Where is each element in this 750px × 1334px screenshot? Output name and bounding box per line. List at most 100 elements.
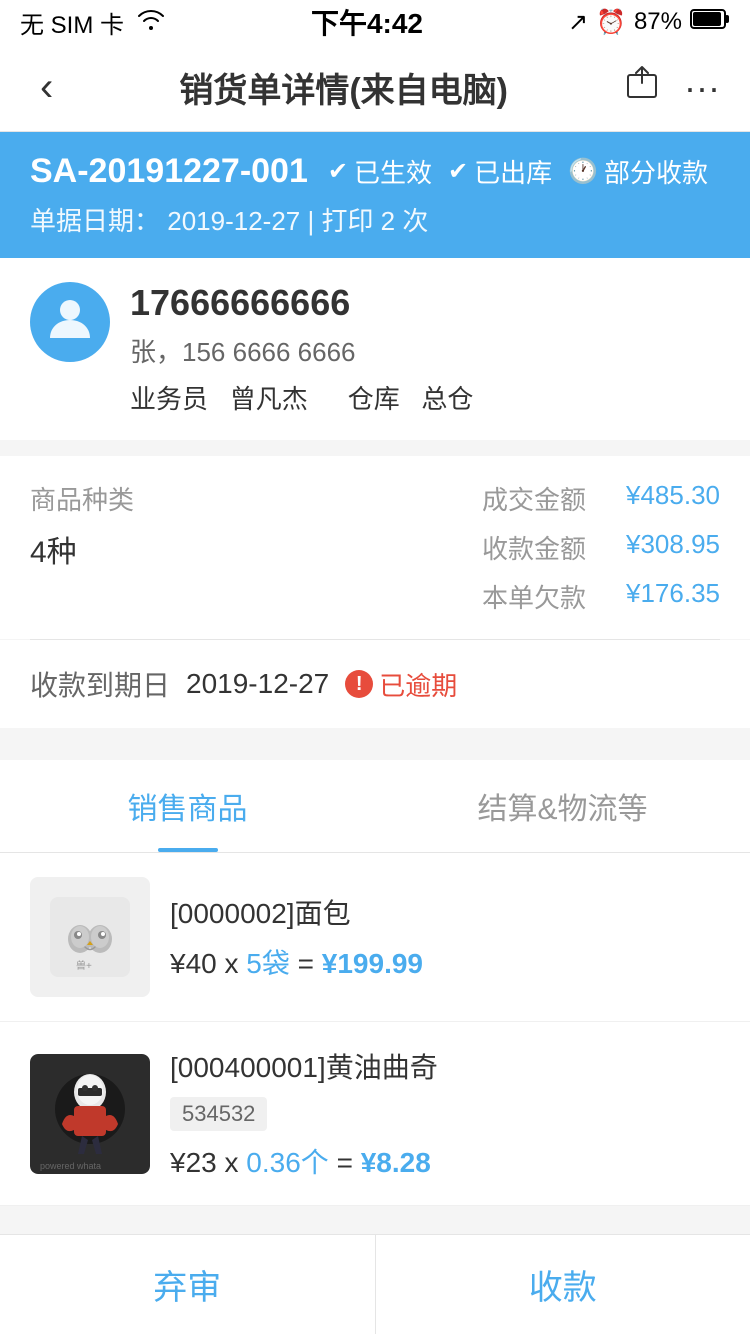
amount-label: 成交金额 bbox=[482, 480, 586, 517]
product-item-2: powered whata [000400001]黄油曲奇 534532 ¥23… bbox=[0, 1022, 750, 1206]
amount-value: ¥485.30 bbox=[626, 480, 720, 517]
amount-row-2: 收款金额 ¥308.95 bbox=[482, 529, 720, 566]
battery-text: 87% bbox=[634, 8, 682, 36]
customer-info: 17666666666 张，156 6666 6666 业务员 曾凡杰 仓库 总… bbox=[130, 282, 720, 416]
summary-section: 商品种类 4种 成交金额 ¥485.30 收款金额 ¥308.95 本单欠款 ¥… bbox=[0, 456, 750, 639]
product-qty-2: 0.36个 bbox=[246, 1147, 329, 1178]
amount-row-3: 本单欠款 ¥176.35 bbox=[482, 578, 720, 615]
order-header: SA-20191227-001 ✔ 已生效 ✔ 已出库 🕐 部分收款 单据日期：… bbox=[0, 132, 750, 258]
tab-sales-label: 销售商品 bbox=[128, 793, 248, 826]
type-label: 商品种类 bbox=[30, 480, 134, 517]
customer-name: 张，156 6666 6666 bbox=[130, 332, 720, 369]
product-list: 兽+ [0000002]面包 ¥40 x 5袋 = ¥199.99 bbox=[0, 853, 750, 1206]
collect-button[interactable]: 收款 bbox=[376, 1235, 750, 1334]
page-title: 销货单详情(来自电脑) bbox=[179, 63, 508, 112]
status-bar: 无 SIM 卡 下午4:42 ↗ ⏰ 87% bbox=[0, 0, 750, 44]
product-item-1: 兽+ [0000002]面包 ¥40 x 5袋 = ¥199.99 bbox=[0, 853, 750, 1022]
svg-text:兽+: 兽+ bbox=[76, 959, 92, 972]
status-time: 下午4:42 bbox=[311, 2, 423, 42]
product-eq-2: = bbox=[337, 1147, 361, 1178]
status-badge-shipped: ✔ 已出库 bbox=[448, 153, 552, 190]
tab-section: 销售商品 结算&物流等 bbox=[0, 760, 750, 1206]
type-value: 4种 bbox=[30, 527, 134, 571]
summary-left: 商品种类 4种 bbox=[30, 480, 134, 571]
divider-1 bbox=[0, 440, 750, 456]
tab-bar: 销售商品 结算&物流等 bbox=[0, 760, 750, 853]
no-sim-text: 无 SIM 卡 bbox=[20, 5, 124, 40]
nav-right-icons: ··· bbox=[624, 65, 720, 110]
product-eq-1: = bbox=[298, 948, 322, 979]
reject-label: 弃审 bbox=[153, 1260, 221, 1309]
avatar-icon bbox=[45, 292, 95, 353]
check-icon-active: ✔ bbox=[328, 157, 348, 186]
product-total-1: ¥199.99 bbox=[322, 948, 423, 979]
warehouse-value: 总仓 bbox=[421, 384, 473, 414]
svg-text:powered whata: powered whata bbox=[40, 1161, 101, 1171]
status-badge-partial: 🕐 部分收款 bbox=[568, 153, 708, 190]
share-icon[interactable] bbox=[624, 65, 660, 110]
tab-settlement-label: 结算&物流等 bbox=[477, 793, 647, 826]
product-price-1: ¥40 x 5袋 = ¥199.99 bbox=[170, 942, 720, 982]
product-info-1: [0000002]面包 ¥40 x 5袋 = ¥199.99 bbox=[170, 892, 720, 982]
order-date-row: 单据日期： 2019-12-27 | 打印 2 次 bbox=[30, 201, 720, 238]
status-shipped-label: 已出库 bbox=[474, 153, 552, 190]
amount-row-1: 成交金额 ¥485.30 bbox=[482, 480, 720, 517]
salesperson-label: 业务员 bbox=[130, 384, 208, 414]
product-name-1: [0000002]面包 bbox=[170, 892, 720, 932]
product-unit-price-2: ¥23 x bbox=[170, 1147, 246, 1178]
product-qty-1: 5袋 bbox=[246, 948, 290, 979]
product-name-2: [000400001]黄油曲奇 bbox=[170, 1046, 720, 1086]
tab-settlement[interactable]: 结算&物流等 bbox=[375, 760, 750, 852]
wifi-icon bbox=[136, 8, 166, 37]
received-value: ¥308.95 bbox=[626, 529, 720, 566]
collect-label: 收款 bbox=[529, 1260, 597, 1309]
product-price-2: ¥23 x 0.36个 = ¥8.28 bbox=[170, 1141, 720, 1181]
divider-2 bbox=[0, 728, 750, 744]
product-sku-2: 534532 bbox=[170, 1097, 267, 1131]
owed-value: ¥176.35 bbox=[626, 578, 720, 615]
overdue-text: 已逾期 bbox=[379, 666, 457, 703]
reject-button[interactable]: 弃审 bbox=[0, 1235, 376, 1334]
overdue-dot-icon: ! bbox=[345, 670, 373, 698]
overdue-badge: ! 已逾期 bbox=[345, 666, 457, 703]
bread-placeholder-icon: 兽+ bbox=[50, 897, 130, 977]
order-date: 2019-12-27 bbox=[167, 206, 300, 236]
location-icon: ↗ bbox=[568, 8, 588, 37]
status-right: ↗ ⏰ 87% bbox=[568, 8, 730, 37]
status-active-label: 已生效 bbox=[354, 153, 432, 190]
cookie-product-icon: powered whata bbox=[30, 1054, 150, 1174]
order-number: SA-20191227-001 bbox=[30, 152, 308, 191]
status-badge-active: ✔ 已生效 bbox=[328, 153, 432, 190]
customer-meta: 业务员 曾凡杰 仓库 总仓 bbox=[130, 379, 720, 416]
salesperson-row: 业务员 曾凡杰 bbox=[130, 379, 308, 416]
status-left: 无 SIM 卡 bbox=[20, 5, 166, 40]
due-label: 收款到期日 bbox=[30, 664, 170, 704]
salesperson-value: 曾凡杰 bbox=[230, 384, 308, 414]
due-date: 2019-12-27 bbox=[186, 668, 329, 700]
avatar bbox=[30, 282, 110, 362]
customer-section: 17666666666 张，156 6666 6666 业务员 曾凡杰 仓库 总… bbox=[0, 258, 750, 440]
print-info: | 打印 2 次 bbox=[307, 206, 428, 236]
bottom-bar: 弃审 收款 bbox=[0, 1234, 750, 1334]
product-total-2: ¥8.28 bbox=[361, 1147, 431, 1178]
product-info-2: [000400001]黄油曲奇 534532 ¥23 x 0.36个 = ¥8.… bbox=[170, 1046, 720, 1181]
battery-icon bbox=[690, 8, 730, 37]
product-unit-price-1: ¥40 x bbox=[170, 948, 246, 979]
more-icon[interactable]: ··· bbox=[684, 67, 720, 109]
alarm-icon: ⏰ bbox=[596, 8, 626, 37]
clock-icon: 🕐 bbox=[568, 157, 598, 186]
due-section: 收款到期日 2019-12-27 ! 已逾期 bbox=[0, 640, 750, 728]
order-status-badges: ✔ 已生效 ✔ 已出库 🕐 部分收款 bbox=[328, 153, 708, 190]
warehouse-row: 仓库 总仓 bbox=[348, 379, 474, 416]
date-label: 单据日期： bbox=[30, 206, 160, 236]
nav-bar: ‹ 销货单详情(来自电脑) ··· bbox=[0, 44, 750, 132]
status-partial-label: 部分收款 bbox=[604, 153, 708, 190]
check-icon-shipped: ✔ bbox=[448, 157, 468, 186]
product-thumb-2: powered whata bbox=[30, 1054, 150, 1174]
warehouse-label: 仓库 bbox=[348, 384, 400, 414]
tab-sales-products[interactable]: 销售商品 bbox=[0, 760, 375, 852]
owed-label: 本单欠款 bbox=[482, 578, 586, 615]
product-thumb-1: 兽+ bbox=[30, 877, 150, 997]
back-button[interactable]: ‹ bbox=[30, 55, 63, 120]
customer-id: 17666666666 bbox=[130, 282, 720, 324]
